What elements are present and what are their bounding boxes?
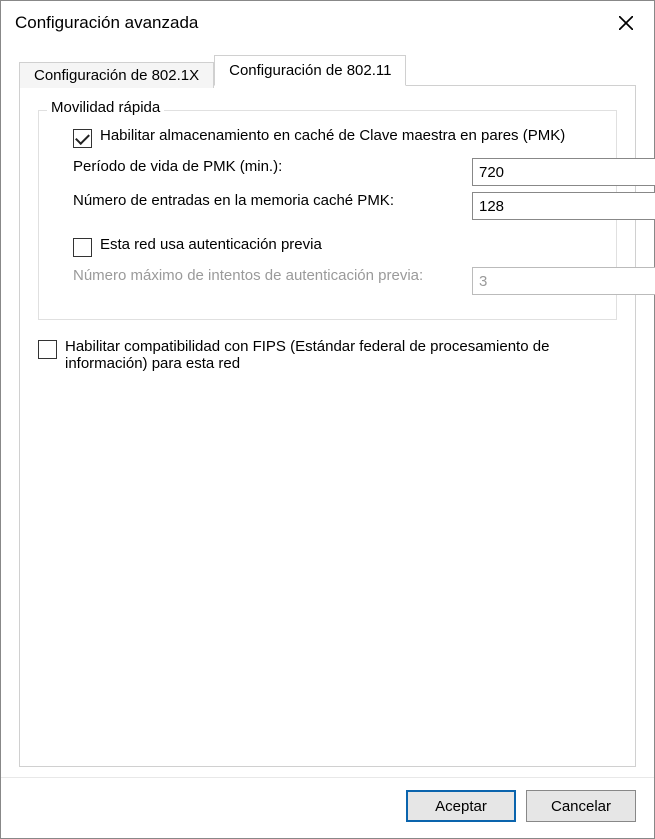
checkbox-pmk-cache[interactable] bbox=[73, 129, 92, 148]
tab-80211[interactable]: Configuración de 802.11 bbox=[214, 55, 406, 86]
window-title: Configuración avanzada bbox=[15, 13, 198, 33]
input-preauth-max bbox=[472, 267, 655, 295]
label-preauth-max: Número máximo de intentos de autenticaci… bbox=[73, 267, 472, 284]
group-fast-roaming: Movilidad rápida Habilitar almacenamient… bbox=[38, 110, 617, 320]
checkbox-preauth[interactable] bbox=[73, 238, 92, 257]
input-pmk-entries[interactable] bbox=[472, 192, 655, 220]
label-pmk-entries: Número de entradas en la memoria caché P… bbox=[73, 192, 472, 209]
row-pmk-lifetime: Período de vida de PMK (min.): bbox=[73, 158, 602, 186]
row-pmk-entries: Número de entradas en la memoria caché P… bbox=[73, 192, 602, 220]
tab-8021x-label: Configuración de 802.1X bbox=[34, 67, 199, 84]
dialog-window: Configuración avanzada Configuración de … bbox=[0, 0, 655, 839]
tab-8021x[interactable]: Configuración de 802.1X bbox=[19, 62, 214, 88]
label-pmk-cache: Habilitar almacenamiento en caché de Cla… bbox=[100, 127, 602, 144]
ok-button-label: Aceptar bbox=[435, 798, 487, 815]
input-pmk-lifetime[interactable] bbox=[472, 158, 655, 186]
tab-80211-label: Configuración de 802.11 bbox=[229, 62, 391, 79]
row-fips: Habilitar compatibilidad con FIPS (Están… bbox=[38, 338, 617, 372]
close-button[interactable] bbox=[606, 7, 646, 39]
cancel-button[interactable]: Cancelar bbox=[526, 790, 636, 822]
row-preauth-max: Número máximo de intentos de autenticaci… bbox=[73, 267, 602, 295]
ok-button[interactable]: Aceptar bbox=[406, 790, 516, 822]
group-title: Movilidad rápida bbox=[47, 99, 164, 116]
label-preauth: Esta red usa autenticación previa bbox=[100, 236, 602, 253]
row-pmk-cache: Habilitar almacenamiento en caché de Cla… bbox=[73, 127, 602, 148]
cancel-button-label: Cancelar bbox=[551, 798, 611, 815]
dialog-footer: Aceptar Cancelar bbox=[1, 777, 654, 838]
label-fips: Habilitar compatibilidad con FIPS (Están… bbox=[65, 338, 617, 372]
spinner-pmk-entries bbox=[472, 192, 602, 220]
tab-panel-80211: Movilidad rápida Habilitar almacenamient… bbox=[19, 85, 636, 767]
row-preauth: Esta red usa autenticación previa bbox=[73, 236, 602, 257]
tab-strip: Configuración de 802.1X Configuración de… bbox=[19, 55, 636, 86]
spinner-pmk-lifetime bbox=[472, 158, 602, 186]
content-area: Configuración de 802.1X Configuración de… bbox=[1, 45, 654, 777]
spinner-preauth-max bbox=[472, 267, 602, 295]
titlebar: Configuración avanzada bbox=[1, 1, 654, 45]
close-icon bbox=[619, 16, 633, 30]
label-pmk-lifetime: Período de vida de PMK (min.): bbox=[73, 158, 472, 175]
checkbox-fips[interactable] bbox=[38, 340, 57, 359]
